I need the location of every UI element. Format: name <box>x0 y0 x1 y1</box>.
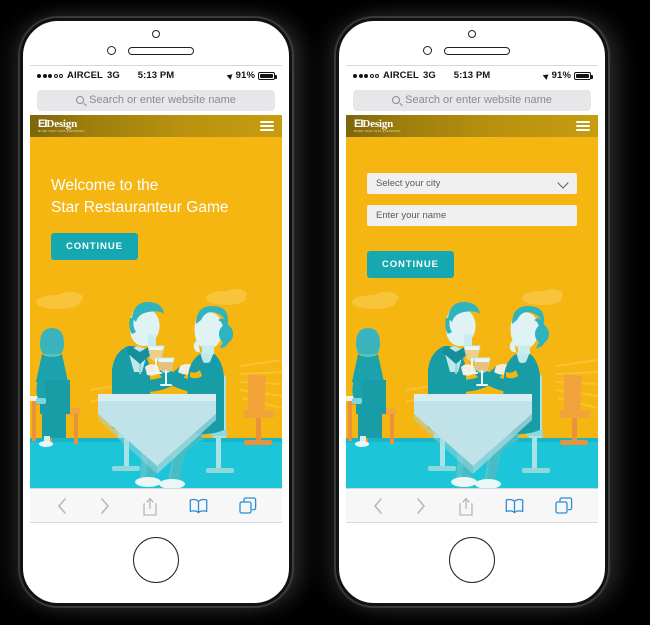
logo-rest: Design <box>46 117 77 130</box>
phone-top-bezel-left <box>23 21 289 65</box>
browser-toolbar <box>346 488 598 522</box>
chevron-right-icon[interactable] <box>415 497 427 515</box>
copy-tabs-icon[interactable] <box>554 497 573 515</box>
hero-section: Welcome to the Star Restauranteur Game C… <box>51 175 228 260</box>
search-placeholder-label: Search or enter website name <box>405 94 552 106</box>
site-logo[interactable]: EIDesign MORE THAN JUST ELEARNING <box>354 117 401 134</box>
restaurant-illustration <box>346 288 598 488</box>
status-bar-right: 91% <box>226 70 277 81</box>
search-icon <box>392 96 401 104</box>
phone-device-left: AIRCEL 3G 5:13 PM 91% Search or enter we… <box>20 18 292 606</box>
battery-percent-label: 91% <box>235 70 255 81</box>
site-header: EIDesign MORE THAN JUST ELEARNING <box>30 115 282 137</box>
location-arrow-icon <box>226 71 235 80</box>
logo-rest: Design <box>362 117 393 130</box>
battery-percent-label: 91% <box>551 70 571 81</box>
open-book-icon[interactable] <box>505 498 524 514</box>
home-button[interactable] <box>449 537 495 583</box>
continue-button[interactable]: CONTINUE <box>367 251 454 278</box>
signup-form: Select your city Enter your name CONTINU… <box>367 173 577 278</box>
status-bar-right: 91% <box>542 70 593 81</box>
search-input[interactable]: Search or enter website name <box>353 89 591 111</box>
proximity-sensor-icon <box>423 46 432 55</box>
site-logo[interactable]: EIDesign MORE THAN JUST ELEARNING <box>38 117 85 134</box>
signal-strength-icon <box>353 73 379 78</box>
page-content-form: Select your city Enter your name CONTINU… <box>346 137 598 488</box>
signal-strength-icon <box>37 73 63 78</box>
page-content-welcome: Welcome to the Star Restauranteur Game C… <box>30 137 282 488</box>
network-type-label: 3G <box>422 70 436 81</box>
carrier-label: AIRCEL <box>67 70 103 81</box>
earpiece-speaker-icon <box>128 47 194 55</box>
logo-text: EIDesign <box>38 117 85 130</box>
phone-device-right: AIRCEL 3G 5:13 PM 91% Search or enter we… <box>336 18 608 606</box>
name-input-placeholder: Enter your name <box>376 210 447 221</box>
browser-url-bar-container: Search or enter website name <box>30 85 282 115</box>
network-type-label: 3G <box>106 70 120 81</box>
logo-text: EIDesign <box>354 117 401 130</box>
battery-icon <box>574 71 593 80</box>
battery-icon <box>258 71 277 80</box>
home-button[interactable] <box>133 537 179 583</box>
browser-toolbar <box>30 488 282 522</box>
status-bar: AIRCEL 3G 5:13 PM 91% <box>30 66 282 85</box>
screenshot-stage: AIRCEL 3G 5:13 PM 91% Search or enter we… <box>0 0 650 625</box>
phone-bottom-bezel-left <box>23 523 289 607</box>
hamburger-menu-icon[interactable] <box>576 120 590 132</box>
open-book-icon[interactable] <box>189 498 208 514</box>
continue-button[interactable]: CONTINUE <box>51 233 138 260</box>
front-camera-icon <box>468 30 476 38</box>
logo-tagline: MORE THAN JUST ELEARNING <box>38 129 85 133</box>
chevron-right-icon[interactable] <box>99 497 111 515</box>
browser-url-bar-container: Search or enter website name <box>346 85 598 115</box>
status-bar: AIRCEL 3G 5:13 PM 91% <box>346 66 598 85</box>
phone-top-bezel-right <box>339 21 605 65</box>
status-bar-left: AIRCEL 3G <box>37 70 120 81</box>
search-icon <box>76 96 85 104</box>
site-header: EIDesign MORE THAN JUST ELEARNING <box>346 115 598 137</box>
heading-line-2: Star Restauranteur Game <box>51 199 229 216</box>
restaurant-illustration <box>30 288 282 488</box>
copy-tabs-icon[interactable] <box>238 497 257 515</box>
page-title: Welcome to the Star Restauranteur Game <box>51 175 228 219</box>
proximity-sensor-icon <box>107 46 116 55</box>
chevron-left-icon[interactable] <box>56 497 68 515</box>
phone-screen-left: AIRCEL 3G 5:13 PM 91% Search or enter we… <box>30 65 282 523</box>
search-placeholder-label: Search or enter website name <box>89 94 236 106</box>
hamburger-menu-icon[interactable] <box>260 120 274 132</box>
front-camera-icon <box>152 30 160 38</box>
carrier-label: AIRCEL <box>383 70 419 81</box>
logo-tagline: MORE THAN JUST ELEARNING <box>354 129 401 133</box>
city-select-value: Select your city <box>376 178 441 189</box>
chevron-left-icon[interactable] <box>372 497 384 515</box>
chevron-down-icon <box>557 177 569 189</box>
earpiece-speaker-icon <box>444 47 510 55</box>
restaurant-illustration-svg <box>30 288 282 488</box>
city-select[interactable]: Select your city <box>367 173 577 194</box>
status-bar-left: AIRCEL 3G <box>353 70 436 81</box>
phone-screen-right: AIRCEL 3G 5:13 PM 91% Search or enter we… <box>346 65 598 523</box>
location-arrow-icon <box>542 71 551 80</box>
restaurant-illustration-svg <box>346 288 598 488</box>
share-upload-icon[interactable] <box>142 497 158 516</box>
search-input[interactable]: Search or enter website name <box>37 89 275 111</box>
phone-bottom-bezel-right <box>339 523 605 607</box>
name-input[interactable]: Enter your name <box>367 205 577 226</box>
heading-line-1: Welcome to the <box>51 177 159 194</box>
share-upload-icon[interactable] <box>458 497 474 516</box>
